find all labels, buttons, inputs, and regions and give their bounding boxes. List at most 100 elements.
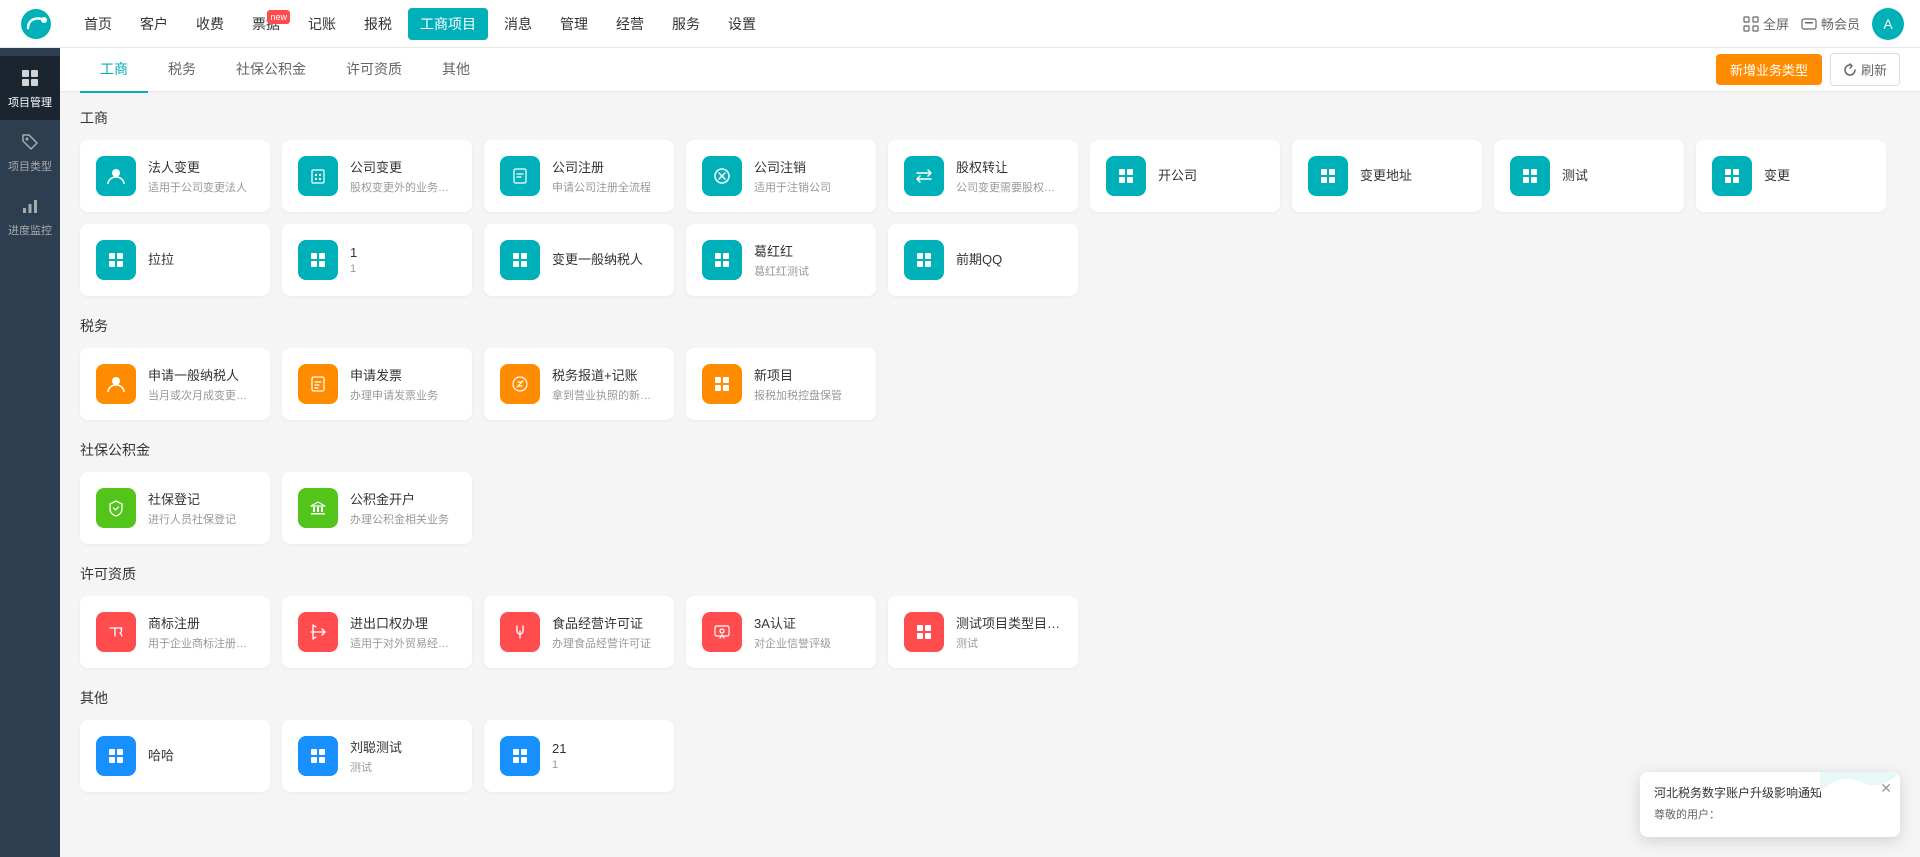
card-3-4[interactable]: 测试项目类型目定义测试 (888, 596, 1078, 668)
card-name-3-3: 3A认证 (754, 613, 860, 632)
nav-settings[interactable]: 设置 (716, 8, 768, 40)
card-0-12[interactable]: 葛红红葛红红测试 (686, 224, 876, 296)
tax-icon (500, 364, 540, 404)
main-content: 工商 税务 社保公积金 许可资质 其他 新增业务类型 刷新 工商法人变更适用于公… (60, 48, 1920, 857)
cancel-icon (702, 156, 742, 196)
card-0-7[interactable]: 测试 (1494, 140, 1684, 212)
card-2-0[interactable]: 社保登记进行人员社保登记 (80, 472, 270, 544)
card-0-5[interactable]: 开公司 (1090, 140, 1280, 212)
card-0-4[interactable]: 股权转让公司变更需要股权转让 (888, 140, 1078, 212)
section-4: 其他哈哈刘聪测试测试 211 (80, 688, 1900, 792)
card-info-4-2: 211 (552, 741, 658, 771)
card-name-1-2: 税务报道+记账 (552, 365, 658, 384)
card-3-0[interactable]: 商标注册用于企业商标注册服务 (80, 596, 270, 668)
tab-license[interactable]: 许可资质 (326, 47, 422, 93)
sidebar-label-project-type: 项目类型 (8, 158, 52, 174)
food-icon (500, 612, 540, 652)
card-name-1-0: 申请一般纳税人 (148, 365, 254, 384)
logo (16, 4, 56, 44)
new-badge: new (267, 10, 290, 24)
grid-icon (500, 736, 540, 776)
card-0-13[interactable]: 前期QQ (888, 224, 1078, 296)
card-0-0[interactable]: 法人变更适用于公司变更法人 (80, 140, 270, 212)
sidebar-item-project-type[interactable]: 项目类型 (0, 120, 60, 184)
nav-customer[interactable]: 客户 (128, 8, 180, 40)
card-name-0-1: 公司变更 (350, 157, 456, 176)
card-name-0-6: 变更地址 (1360, 165, 1466, 184)
card-info-0-11: 变更一般纳税人 (552, 249, 658, 271)
nav-message[interactable]: 消息 (492, 8, 544, 40)
fullscreen-button[interactable]: 全屏 (1743, 14, 1789, 33)
nav-industry[interactable]: 工商项目 (408, 8, 488, 40)
section-title-4: 其他 (80, 688, 1900, 708)
card-name-0-5: 开公司 (1158, 165, 1264, 184)
sidebar-item-project-manage[interactable]: 项目管理 (0, 56, 60, 120)
card-1-2[interactable]: 税务报道+记账拿到营业执照的新公司 (484, 348, 674, 420)
card-0-1[interactable]: 公司变更股权变更外的业务变更 (282, 140, 472, 212)
tab-tax[interactable]: 税务 (148, 47, 216, 93)
nav-operation[interactable]: 经营 (604, 8, 656, 40)
card-name-3-0: 商标注册 (148, 613, 254, 632)
section-title-1: 税务 (80, 316, 1900, 336)
card-desc-0-4: 公司变更需要股权转让 (956, 179, 1062, 195)
card-name-0-4: 股权转让 (956, 157, 1062, 176)
card-desc-1-3: 报税加税控盘保管 (754, 387, 860, 403)
nav-bookkeeping[interactable]: 记账 (296, 8, 348, 40)
card-0-9[interactable]: 拉拉 (80, 224, 270, 296)
sidebar-item-progress-monitor[interactable]: 进度监控 (0, 184, 60, 248)
cards-grid-4: 哈哈刘聪测试测试 211 (80, 720, 1900, 792)
tab-other[interactable]: 其他 (422, 47, 490, 93)
member-button[interactable]: 畅会员 (1801, 14, 1860, 33)
cards-grid-1: 申请一般纳税人当月或次月成变更完成申请发票办理申请发票业务税务报道+记账拿到营业… (80, 348, 1900, 420)
card-3-3[interactable]: 3A认证对企业信誉评级 (686, 596, 876, 668)
chart-icon (18, 194, 42, 218)
card-info-3-0: 商标注册用于企业商标注册服务 (148, 613, 254, 651)
import-icon (298, 612, 338, 652)
sidebar-label-project-manage: 项目管理 (8, 94, 52, 110)
card-info-3-4: 测试项目类型目定义测试 (956, 613, 1062, 651)
card-info-3-2: 食品经营许可证办理食品经营许可证 (552, 613, 658, 651)
nav-fee[interactable]: 收费 (184, 8, 236, 40)
card-4-1[interactable]: 刘聪测试测试 (282, 720, 472, 792)
card-desc-0-2: 申请公司注册全流程 (552, 179, 658, 195)
card-desc-3-2: 办理食品经营许可证 (552, 635, 658, 651)
card-0-11[interactable]: 变更一般纳税人 (484, 224, 674, 296)
card-0-6[interactable]: 变更地址 (1292, 140, 1482, 212)
card-name-0-2: 公司注册 (552, 157, 658, 176)
nav-manage[interactable]: 管理 (548, 8, 600, 40)
tab-social-insurance[interactable]: 社保公积金 (216, 47, 326, 93)
card-1-3[interactable]: 新项目报税加税控盘保管 (686, 348, 876, 420)
nav-service[interactable]: 服务 (660, 8, 712, 40)
card-desc-1-2: 拿到营业执照的新公司 (552, 387, 658, 403)
card-0-3[interactable]: 公司注销适用于注销公司 (686, 140, 876, 212)
nav-ticket[interactable]: 票据 new (240, 8, 292, 40)
card-4-2[interactable]: 211 (484, 720, 674, 792)
card-0-2[interactable]: 公司注册申请公司注册全流程 (484, 140, 674, 212)
person-icon (96, 156, 136, 196)
refresh-button[interactable]: 刷新 (1830, 53, 1900, 86)
card-name-0-7: 测试 (1562, 165, 1668, 184)
nav-tax[interactable]: 报税 (352, 8, 404, 40)
card-3-2[interactable]: 食品经营许可证办理食品经营许可证 (484, 596, 674, 668)
card-info-0-2: 公司注册申请公司注册全流程 (552, 157, 658, 195)
card-0-10[interactable]: 11 (282, 224, 472, 296)
card-name-0-3: 公司注销 (754, 157, 860, 176)
tab-industry[interactable]: 工商 (80, 47, 148, 93)
cards-grid-0: 法人变更适用于公司变更法人公司变更股权变更外的业务变更 公司注册申请公司注册全流程… (80, 140, 1900, 296)
card-4-0[interactable]: 哈哈 (80, 720, 270, 792)
card-1-0[interactable]: 申请一般纳税人当月或次月成变更完成 (80, 348, 270, 420)
grid-icon (96, 736, 136, 776)
card-desc-3-0: 用于企业商标注册服务 (148, 635, 254, 651)
card-2-1[interactable]: 公积金开户办理公积金相关业务 (282, 472, 472, 544)
new-type-button[interactable]: 新增业务类型 (1716, 54, 1822, 85)
card-desc-0-0: 适用于公司变更法人 (148, 179, 254, 195)
card-name-4-1: 刘聪测试 (350, 737, 456, 756)
card-0-8[interactable]: 变更 (1696, 140, 1886, 212)
card-desc-3-3: 对企业信誉评级 (754, 635, 860, 651)
card-1-1[interactable]: 申请发票办理申请发票业务 (282, 348, 472, 420)
grid-icon (1510, 156, 1550, 196)
nav-home[interactable]: 首页 (72, 8, 124, 40)
member-label: 畅会员 (1821, 14, 1860, 33)
avatar[interactable]: A (1872, 8, 1904, 40)
card-3-1[interactable]: 进出口权办理适用于对外贸易经营者 (282, 596, 472, 668)
